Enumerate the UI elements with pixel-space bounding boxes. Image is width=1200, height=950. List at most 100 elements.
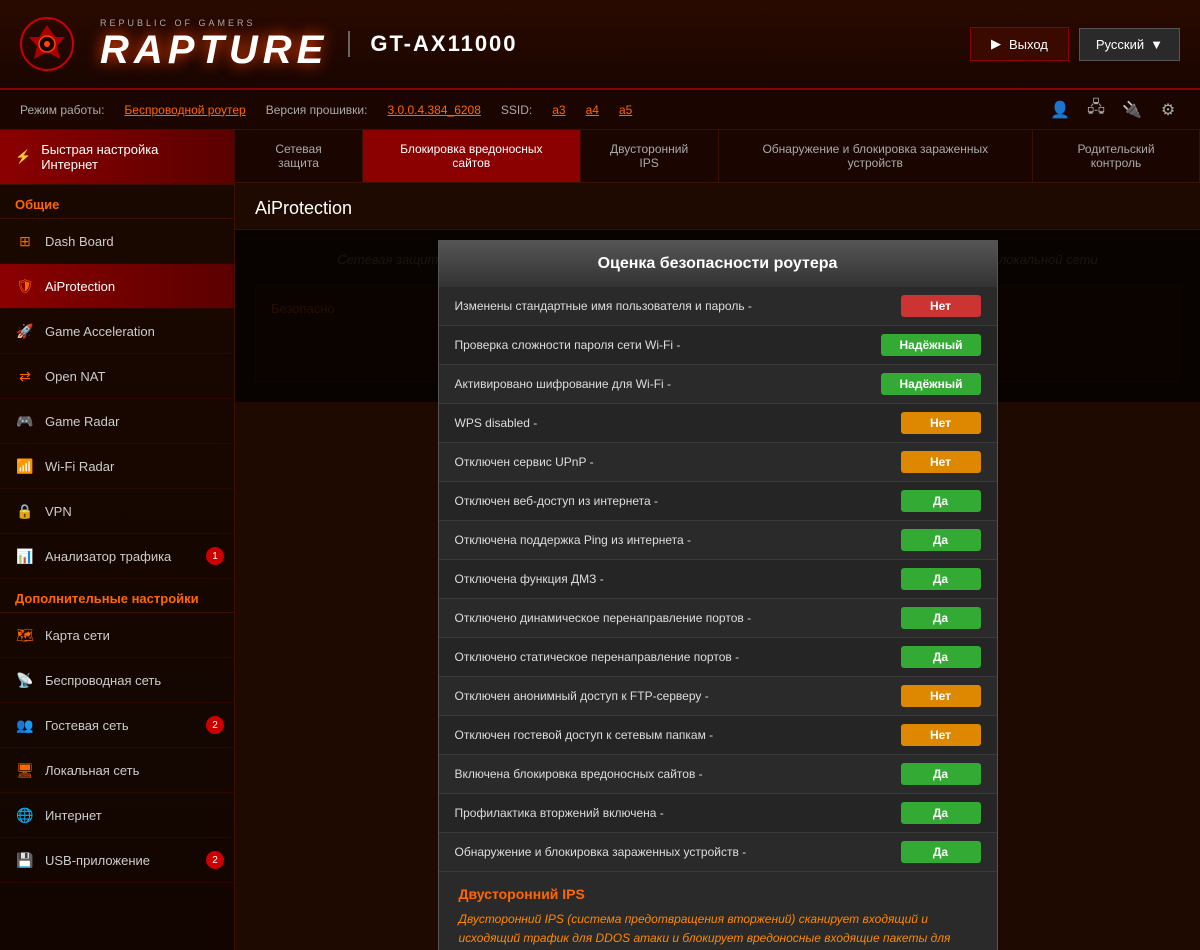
sidebar-item-lan[interactable]: 🖥 Локальная сеть (0, 748, 234, 793)
traffic-icon: 📊 (15, 546, 35, 566)
row-label: Отключена функция ДМЗ - (455, 572, 901, 586)
row-label: Отключен анонимный доступ к FTP-серверу … (455, 689, 901, 703)
modal-overlay: Оценка безопасности роутера Изменены ста… (235, 230, 1200, 402)
sidebar-item-label-wifiradar: Wi-Fi Radar (45, 459, 114, 474)
row-status: Да (901, 607, 981, 629)
main-content: Сетевая защита Блокировка вредоносных са… (235, 130, 1200, 950)
opennat-icon: ⇄ (15, 366, 35, 386)
tab-network-protection-label: Сетевая защита (275, 142, 321, 170)
row-status: Надёжный (881, 373, 980, 395)
row-label: Отключен сервис UPnP - (455, 455, 901, 469)
tabs-bar: Сетевая защита Блокировка вредоносных са… (235, 130, 1200, 183)
user-icon[interactable]: 👤 (1048, 98, 1072, 122)
row-status: Нет (901, 451, 981, 473)
internet-icon: 🌐 (15, 805, 35, 825)
general-section-label: Общие (0, 185, 234, 219)
sidebar-item-vpn[interactable]: 🔒 VPN (0, 489, 234, 534)
tab-parental-control[interactable]: Родительский контроль (1033, 130, 1200, 182)
row-label: Проверка сложности пароля сети Wi-Fi - (455, 338, 882, 352)
sidebar-item-gameaccel[interactable]: 🚀 Game Acceleration (0, 309, 234, 354)
tab-infected-devices-label: Обнаружение и блокировка зараженных устр… (762, 142, 988, 170)
usb-badge: 2 (206, 851, 224, 869)
sidebar-item-label-guestnet: Гостевая сеть (45, 718, 129, 733)
network-icon[interactable]: 🖧 (1084, 98, 1108, 122)
ssid-a3[interactable]: а3 (552, 103, 565, 117)
row-status: Нет (901, 295, 981, 317)
modal-row: Отключен веб-доступ из интернета -Да (439, 482, 997, 521)
tab-network-protection[interactable]: Сетевая защита (235, 130, 363, 182)
row-label: Активировано шифрование для Wi-Fi - (455, 377, 882, 391)
gameaccel-icon: 🚀 (15, 321, 35, 341)
ssid-a5[interactable]: а5 (619, 103, 632, 117)
tab-bidirectional-ips-label: Двусторонний IPS (610, 142, 688, 170)
sidebar-item-label-gameaccel: Game Acceleration (45, 324, 155, 339)
status-icons: 👤 🖧 🔌 ⚙ (1048, 98, 1180, 122)
vpn-icon: 🔒 (15, 501, 35, 521)
wireless-icon: 📡 (15, 670, 35, 690)
modal-row: Включена блокировка вредоносных сайтов -… (439, 755, 997, 794)
modal-section-title: Двусторонний IPS (459, 886, 977, 902)
republic-label: REPUBLIC OF GAMERS (100, 18, 328, 28)
additional-section-label: Дополнительные настройки (0, 579, 234, 613)
play-icon: ▶ (991, 36, 1001, 52)
row-status: Нет (901, 412, 981, 434)
logout-button[interactable]: ▶ Выход (970, 27, 1069, 61)
row-label: Отключен веб-доступ из интернета - (455, 494, 901, 508)
logout-label: Выход (1009, 37, 1048, 52)
sidebar-item-wifiradar[interactable]: 📶 Wi-Fi Radar (0, 444, 234, 489)
sidebar-item-label-usb: USB-приложение (45, 853, 150, 868)
sidebar-item-label-networkmap: Карта сети (45, 628, 110, 643)
tab-malicious-sites[interactable]: Блокировка вредоносных сайтов (363, 130, 581, 182)
ssid-label: SSID: (501, 103, 532, 117)
sidebar-item-dashboard[interactable]: ⊞ Dash Board (0, 219, 234, 264)
header-actions: ▶ Выход Русский ▼ (970, 27, 1180, 61)
sidebar: ⚡ Быстрая настройка Интернет Общие ⊞ Das… (0, 130, 235, 950)
tab-malicious-sites-label: Блокировка вредоносных сайтов (400, 142, 542, 170)
guestnet-badge: 2 (206, 716, 224, 734)
firmware-value[interactable]: 3.0.0.4.384_6208 (387, 103, 480, 117)
row-status: Да (901, 490, 981, 512)
sidebar-item-label-wireless: Беспроводная сеть (45, 673, 161, 688)
sidebar-item-guestnet[interactable]: 👥 Гостевая сеть 2 (0, 703, 234, 748)
header: REPUBLIC OF GAMERS RAPTURE GT-AX11000 ▶ … (0, 0, 1200, 90)
sidebar-item-label-dashboard: Dash Board (45, 234, 114, 249)
mode-value[interactable]: Беспроводной роутер (124, 103, 245, 117)
modal-row: Отключен сервис UPnP -Нет (439, 443, 997, 482)
mode-label: Режим работы: (20, 103, 104, 117)
sidebar-item-traffic[interactable]: 📊 Анализатор трафика 1 (0, 534, 234, 579)
row-status: Нет (901, 724, 981, 746)
sidebar-item-label-internet: Интернет (45, 808, 102, 823)
tab-bidirectional-ips[interactable]: Двусторонний IPS (581, 130, 719, 182)
sidebar-item-opennat[interactable]: ⇄ Open NAT (0, 354, 234, 399)
sidebar-item-usb[interactable]: 💾 USB-приложение 2 (0, 838, 234, 883)
dashboard-icon: ⊞ (15, 231, 35, 251)
modal-row: Проверка сложности пароля сети Wi-Fi -На… (439, 326, 997, 365)
logo-area (20, 17, 75, 72)
sidebar-item-internet[interactable]: 🌐 Интернет (0, 793, 234, 838)
modal-row: Отключена функция ДМЗ -Да (439, 560, 997, 599)
sidebar-item-networkmap[interactable]: 🗺 Карта сети (0, 613, 234, 658)
modal-row: Отключен гостевой доступ к сетевым папка… (439, 716, 997, 755)
firmware-label: Версия прошивки: (266, 103, 368, 117)
quick-setup-item[interactable]: ⚡ Быстрая настройка Интернет (0, 130, 234, 185)
row-label: Обнаружение и блокировка зараженных устр… (455, 845, 901, 859)
language-button[interactable]: Русский ▼ (1079, 28, 1180, 61)
tab-infected-devices[interactable]: Обнаружение и блокировка зараженных устр… (719, 130, 1033, 182)
row-status: Нет (901, 685, 981, 707)
content-area: Сетевая защита на базе технологий компан… (235, 230, 1200, 402)
modal-row: Отключена поддержка Ping из интернета -Д… (439, 521, 997, 560)
modal-footer: Двусторонний IPS Двусторонний IPS (систе… (439, 872, 997, 950)
rapture-logo: RAPTURE (100, 30, 328, 70)
networkmap-icon: 🗺 (15, 625, 35, 645)
sidebar-item-wireless[interactable]: 📡 Беспроводная сеть (0, 658, 234, 703)
traffic-badge: 1 (206, 547, 224, 565)
tab-parental-control-label: Родительский контроль (1077, 142, 1154, 170)
sidebar-item-aiprotection[interactable]: 🛡 AiProtection (0, 264, 234, 309)
settings-icon[interactable]: ⚙ (1156, 98, 1180, 122)
usb-icon[interactable]: 🔌 (1120, 98, 1144, 122)
modal-row: Активировано шифрование для Wi-Fi -Надёж… (439, 365, 997, 404)
sidebar-item-gameradar[interactable]: 🎮 Game Radar (0, 399, 234, 444)
page-title: AiProtection (235, 183, 1200, 230)
ssid-a4[interactable]: а4 (586, 103, 599, 117)
sidebar-item-label-gameradar: Game Radar (45, 414, 119, 429)
